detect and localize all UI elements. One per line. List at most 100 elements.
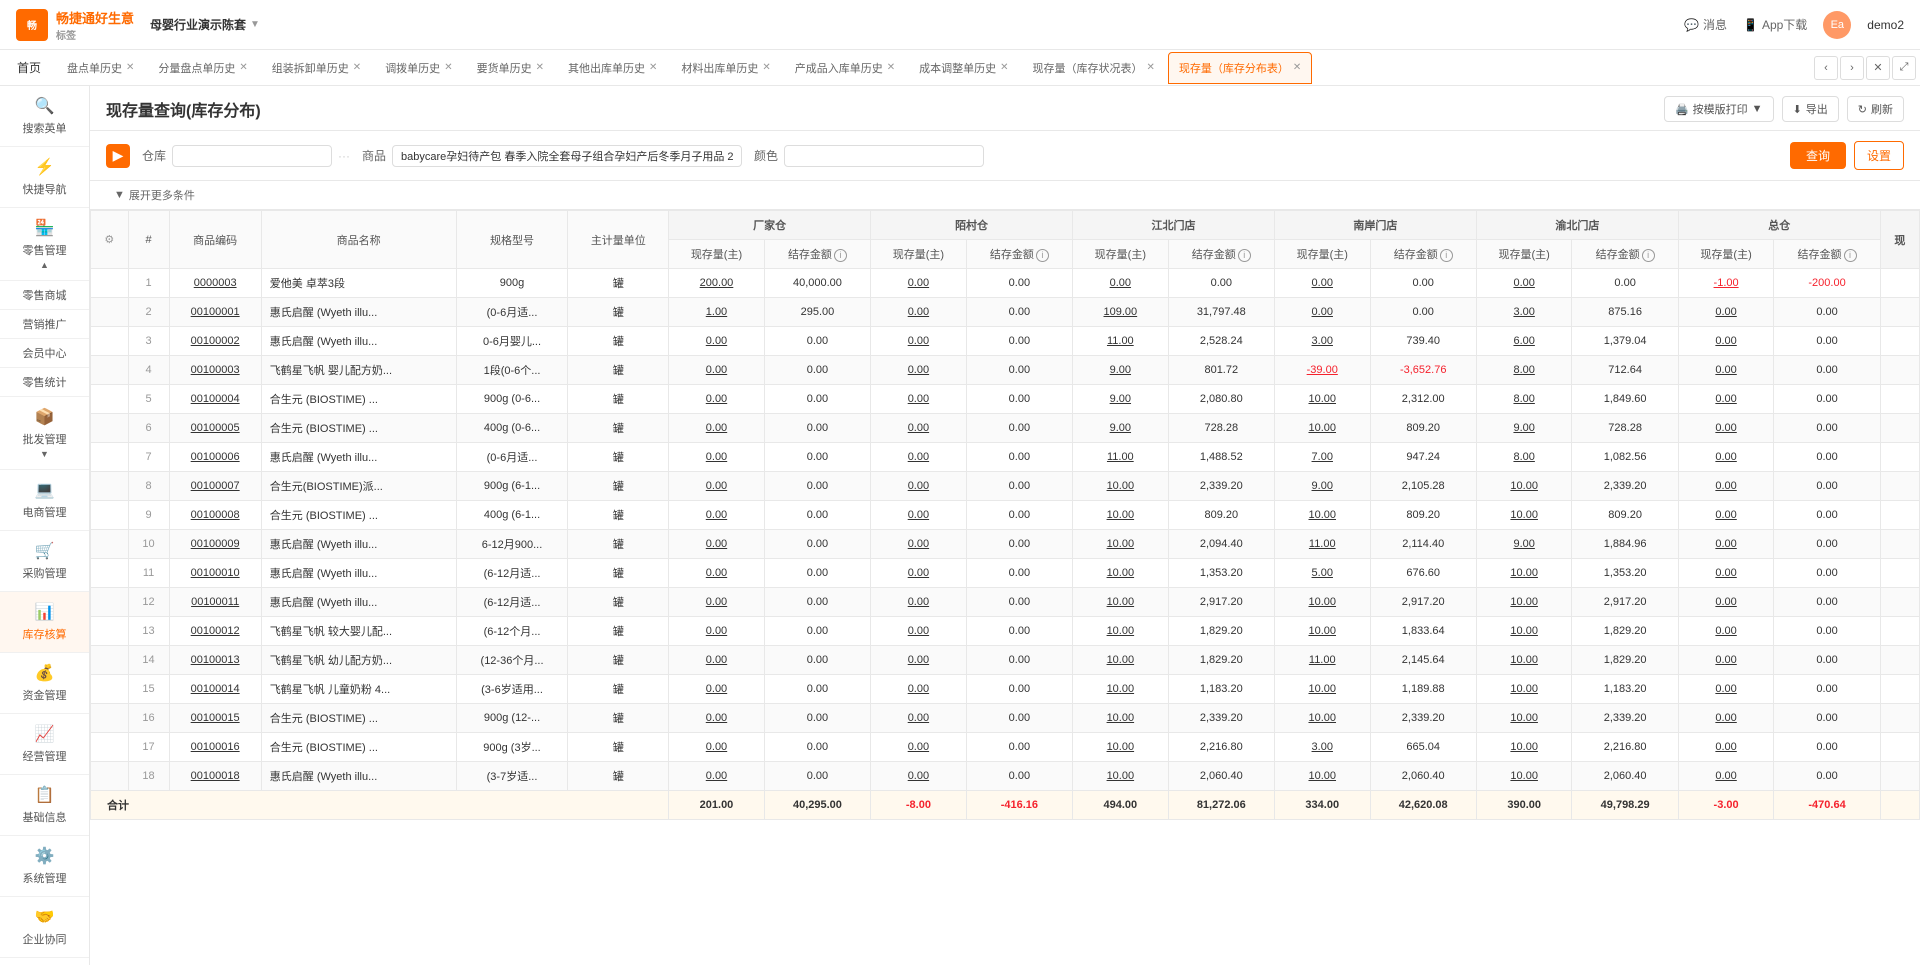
row-factory-qty[interactable]: 0.00 (669, 675, 765, 704)
tab-5-close[interactable]: ✕ (536, 62, 544, 73)
row-jiangbei-qty[interactable]: 0.00 (1073, 269, 1169, 298)
row-code[interactable]: 00100012 (169, 617, 261, 646)
sidebar-item-shop[interactable]: 零售商城 (0, 281, 89, 310)
row-jiangbei-qty[interactable]: 10.00 (1073, 472, 1169, 501)
row-mucun-qty[interactable]: 0.00 (871, 298, 967, 327)
row-code[interactable]: 00100014 (169, 675, 261, 704)
row-zcang-qty[interactable]: 0.00 (1678, 588, 1774, 617)
row-yubei-qty[interactable]: 8.00 (1476, 443, 1572, 472)
message-btn[interactable]: 💬 消息 (1684, 16, 1727, 33)
row-yubei-qty[interactable]: 10.00 (1476, 675, 1572, 704)
row-yubei-qty[interactable]: 10.00 (1476, 762, 1572, 791)
row-mucun-qty[interactable]: 0.00 (871, 559, 967, 588)
row-yubei-qty[interactable]: 6.00 (1476, 327, 1572, 356)
zcang-amt-info-icon[interactable]: i (1844, 249, 1857, 262)
nanan-amt-info-icon[interactable]: i (1440, 249, 1453, 262)
print-btn[interactable]: 🖨️ 按模版打印 ▼ (1664, 96, 1774, 122)
row-yubei-qty[interactable]: 10.00 (1476, 617, 1572, 646)
tab-9-close[interactable]: ✕ (1000, 62, 1008, 73)
tab-1-close[interactable]: ✕ (126, 62, 134, 73)
row-code[interactable]: 00100018 (169, 762, 261, 791)
row-factory-qty[interactable]: 1.00 (669, 298, 765, 327)
row-mucun-qty[interactable]: 0.00 (871, 733, 967, 762)
row-jiangbei-qty[interactable]: 9.00 (1073, 385, 1169, 414)
factory-amt-info-icon[interactable]: i (834, 249, 847, 262)
tab-7-close[interactable]: ✕ (762, 62, 770, 73)
row-mucun-qty[interactable]: 0.00 (871, 414, 967, 443)
row-nanan-qty[interactable]: 10.00 (1274, 675, 1370, 704)
row-code[interactable]: 00100015 (169, 704, 261, 733)
row-nanan-qty[interactable]: 0.00 (1274, 298, 1370, 327)
row-zcang-qty[interactable]: 0.00 (1678, 617, 1774, 646)
row-code[interactable]: 00100008 (169, 501, 261, 530)
tab-8-close[interactable]: ✕ (887, 62, 895, 73)
row-nanan-qty[interactable]: 0.00 (1274, 269, 1370, 298)
row-mucun-qty[interactable]: 0.00 (871, 762, 967, 791)
sidebar-item-retail[interactable]: 🏪 零售管理 ▲ (0, 208, 89, 281)
sidebar-item-search[interactable]: 🔍 搜索英单 (0, 86, 89, 147)
tab-11-close[interactable]: ✕ (1293, 62, 1301, 73)
row-code[interactable]: 00100007 (169, 472, 261, 501)
sidebar-item-system[interactable]: ⚙️ 系统管理 (0, 836, 89, 897)
sidebar-item-retail-stat[interactable]: 零售统计 (0, 368, 89, 397)
jiangbei-amt-info-icon[interactable]: i (1238, 249, 1251, 262)
row-mucun-qty[interactable]: 0.00 (871, 269, 967, 298)
row-code[interactable]: 00100009 (169, 530, 261, 559)
row-mucun-qty[interactable]: 0.00 (871, 385, 967, 414)
row-zcang-qty[interactable]: 0.00 (1678, 675, 1774, 704)
tab-home[interactable]: 首页 (4, 52, 54, 84)
row-yubei-qty[interactable]: 9.00 (1476, 414, 1572, 443)
row-zcang-qty[interactable]: 0.00 (1678, 559, 1774, 588)
row-jiangbei-qty[interactable]: 9.00 (1073, 356, 1169, 385)
row-mucun-qty[interactable]: 0.00 (871, 675, 967, 704)
row-yubei-qty[interactable]: 8.00 (1476, 385, 1572, 414)
row-zcang-qty[interactable]: 0.00 (1678, 762, 1774, 791)
query-button[interactable]: 查询 (1790, 142, 1846, 169)
sidebar-item-quicknav[interactable]: ⚡ 快捷导航 (0, 147, 89, 208)
row-mucun-qty[interactable]: 0.00 (871, 356, 967, 385)
row-mucun-qty[interactable]: 0.00 (871, 646, 967, 675)
row-yubei-qty[interactable]: 10.00 (1476, 704, 1572, 733)
row-nanan-qty[interactable]: 10.00 (1274, 414, 1370, 443)
row-mucun-qty[interactable]: 0.00 (871, 588, 967, 617)
tab-1[interactable]: 盘点单历史 ✕ (56, 52, 145, 84)
tab-10-close[interactable]: ✕ (1147, 62, 1155, 73)
tab-3[interactable]: 组装拆卸单历史 ✕ (261, 52, 372, 84)
row-zcang-qty[interactable]: 0.00 (1678, 443, 1774, 472)
row-code[interactable]: 00100003 (169, 356, 261, 385)
row-factory-qty[interactable]: 0.00 (669, 327, 765, 356)
row-nanan-qty[interactable]: 11.00 (1274, 530, 1370, 559)
row-jiangbei-qty[interactable]: 10.00 (1073, 588, 1169, 617)
tab-6-close[interactable]: ✕ (649, 62, 657, 73)
row-yubei-qty[interactable]: 10.00 (1476, 588, 1572, 617)
row-nanan-qty[interactable]: 10.00 (1274, 617, 1370, 646)
row-factory-qty[interactable]: 0.00 (669, 559, 765, 588)
row-jiangbei-qty[interactable]: 10.00 (1073, 675, 1169, 704)
tab-2[interactable]: 分量盘点单历史 ✕ (147, 52, 258, 84)
tab-2-close[interactable]: ✕ (239, 62, 247, 73)
row-code[interactable]: 00100004 (169, 385, 261, 414)
row-jiangbei-qty[interactable]: 11.00 (1073, 443, 1169, 472)
refresh-btn[interactable]: ↻ 刷新 (1847, 96, 1904, 122)
sidebar-item-basics[interactable]: 📋 基础信息 (0, 775, 89, 836)
row-code[interactable]: 00100001 (169, 298, 261, 327)
row-zcang-qty[interactable]: 0.00 (1678, 530, 1774, 559)
row-zcang-qty[interactable]: -1.00 (1678, 269, 1774, 298)
row-yubei-qty[interactable]: 10.00 (1476, 501, 1572, 530)
row-factory-qty[interactable]: 0.00 (669, 356, 765, 385)
workspace-selector[interactable]: 母婴行业演示陈套 ▼ (150, 16, 260, 33)
tab-4[interactable]: 调拨单历史 ✕ (374, 52, 463, 84)
yubei-amt-info-icon[interactable]: i (1642, 249, 1655, 262)
sidebar-item-marketing[interactable]: 营销推广 (0, 310, 89, 339)
tab-10[interactable]: 现存量（库存状况表） ✕ (1022, 52, 1166, 84)
row-nanan-qty[interactable]: 10.00 (1274, 385, 1370, 414)
row-yubei-qty[interactable]: 10.00 (1476, 733, 1572, 762)
row-zcang-qty[interactable]: 0.00 (1678, 733, 1774, 762)
row-mucun-qty[interactable]: 0.00 (871, 530, 967, 559)
col-settings[interactable]: ⚙ (91, 211, 129, 269)
tab-9[interactable]: 成本调整单历史 ✕ (908, 52, 1019, 84)
row-factory-qty[interactable]: 0.00 (669, 762, 765, 791)
warehouse-input[interactable] (172, 145, 332, 167)
row-factory-qty[interactable]: 0.00 (669, 385, 765, 414)
row-factory-qty[interactable]: 0.00 (669, 472, 765, 501)
